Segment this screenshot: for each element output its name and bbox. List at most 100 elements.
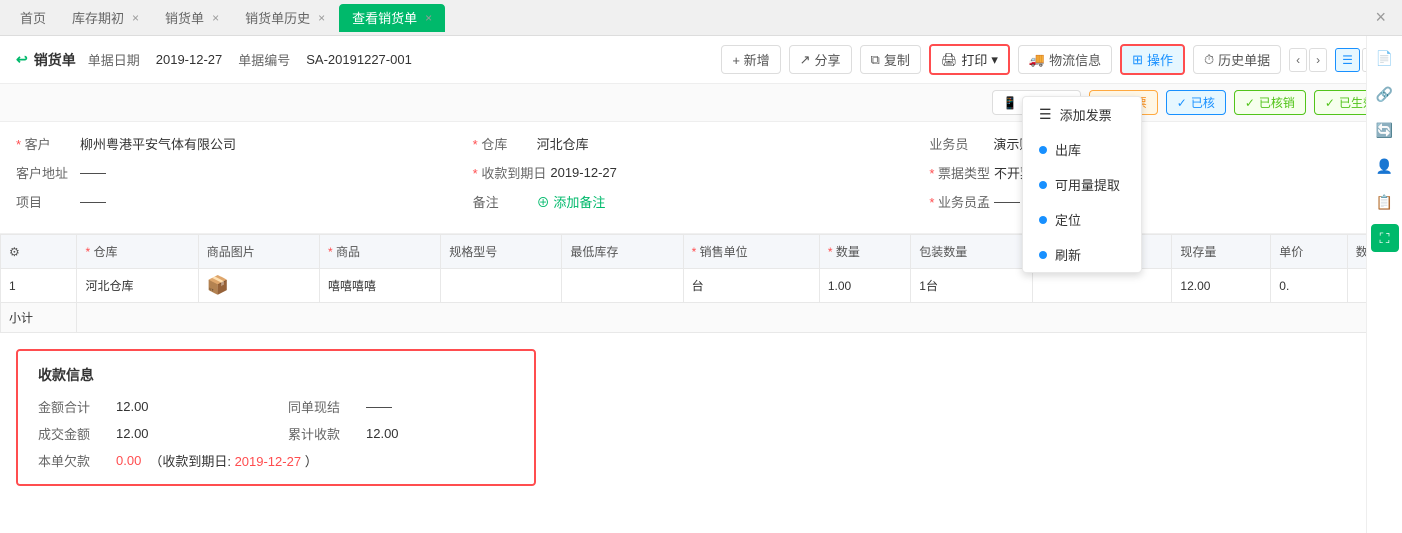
subtotal-row: 小计 (1, 303, 1402, 333)
dropdown-add-invoice[interactable]: ☰ 添加发票 (1023, 97, 1141, 132)
doc-title-text: 销货单 (34, 50, 76, 70)
warehouse-value: 河北仓库 (537, 134, 589, 153)
sidebar-icon-sync[interactable]: 🔄 (1371, 116, 1399, 144)
tab-view-sales-close[interactable]: × (425, 11, 432, 25)
share-button[interactable]: ↗ 分享 (789, 45, 852, 74)
balance-date: 2019-12-27 (235, 454, 302, 469)
subtotal-label: 小计 (1, 303, 77, 333)
same-order-value: —— (366, 399, 392, 414)
col-spec: 规格型号 (441, 235, 562, 269)
print-dropdown-icon: ▾ (991, 52, 998, 68)
operations-dropdown: ☰ 添加发票 出库 可用量提取 定位 刷新 (1022, 96, 1142, 273)
history-button[interactable]: ⏱ 历史单据 (1193, 45, 1281, 74)
transaction-label: 成交金额 (38, 424, 108, 443)
add-invoice-label: 添加发票 (1060, 105, 1112, 124)
cumulative-value: 12.00 (366, 426, 399, 441)
project-value: —— (80, 194, 106, 209)
next-button[interactable]: › (1309, 48, 1327, 72)
tab-sales-order[interactable]: 销货单 × (153, 4, 231, 32)
share-icon: ↗ (800, 52, 811, 68)
salesperson-label: 业务员 (929, 134, 989, 153)
verify-button[interactable]: ✓ 已核 (1166, 90, 1226, 115)
dropdown-outbound[interactable]: 出库 (1023, 132, 1141, 167)
number-value: SA-20191227-001 (306, 52, 412, 67)
refresh-label: 刷新 (1055, 245, 1081, 264)
sidebar-icon-user[interactable]: 👤 (1371, 152, 1399, 180)
balance-row: 本单欠款 0.00 （收款到期日: 2019-12-27 ） (38, 451, 514, 470)
dropdown-locate[interactable]: 定位 (1023, 202, 1141, 237)
doc-actions: + 新增 ↗ 分享 ⧉ 复制 🖨 打印 ▾ 🚚 物流信息 (721, 44, 1386, 75)
doc-meta: 单据日期 2019-12-27 单据编号 SA-20191227-001 (88, 50, 412, 69)
cell-product: 嘻嘻嘻嘻 (319, 269, 440, 303)
cell-available (1032, 269, 1172, 303)
balance-label: 本单欠款 (38, 451, 108, 470)
right-sidebar: 📄 🔗 🔄 👤 📋 ⛶ (1366, 36, 1402, 533)
tab-history-label: 销货单历史 (245, 8, 310, 27)
tab-history-close[interactable]: × (318, 11, 325, 25)
cell-current-stock: 12.00 (1172, 269, 1271, 303)
logistics-button[interactable]: 🚚 物流信息 (1018, 45, 1112, 74)
effect-icon: ✓ (1325, 96, 1335, 110)
tab-sales-close[interactable]: × (212, 11, 219, 25)
total-value: 12.00 (116, 399, 149, 414)
address-label: 客户地址 (16, 163, 76, 182)
form-row-3: 项目 —— 备注 ⊕ 添加备注 业务员孟 —— (16, 192, 1386, 211)
ticket-type-label: 票据类型 (929, 163, 990, 182)
date-value: 2019-12-27 (156, 52, 223, 67)
col-qty: 数量 (819, 235, 910, 269)
warehouse-label: 仓库 (473, 134, 533, 153)
tab-inventory-close[interactable]: × (132, 11, 139, 25)
plus-icon: ⊕ (537, 195, 550, 210)
warehouse-field: 仓库 河北仓库 (473, 134, 930, 153)
product-table: ⚙ 仓库 商品图片 商品 规格型号 最低库存 销售单位 数量 包装数量 可用量（… (0, 234, 1402, 333)
payment-grid: 金额合计 12.00 同单现结 —— 成交金额 12.00 累计收款 12.00 (38, 397, 514, 470)
project-field: 项目 —— (16, 192, 473, 211)
dropdown-refresh[interactable]: 刷新 (1023, 237, 1141, 272)
doc-title-section: ↩ 销货单 (16, 50, 76, 70)
payment-info-box: 收款信息 金额合计 12.00 同单现结 —— 成交金额 12.00 (16, 349, 536, 486)
col-product: 商品 (319, 235, 440, 269)
tab-view-sales[interactable]: 查看销货单 × (339, 4, 445, 32)
new-button[interactable]: + 新增 (721, 45, 780, 74)
locate-dot-icon (1039, 216, 1047, 224)
address-value: —— (80, 165, 106, 180)
sidebar-icon-link[interactable]: 🔗 (1371, 80, 1399, 108)
col-current-stock: 现存量 (1172, 235, 1271, 269)
total-label: 金额合计 (38, 397, 108, 416)
sidebar-icon-list[interactable]: 📋 (1371, 188, 1399, 216)
tab-sales-history[interactable]: 销货单历史 × (233, 4, 337, 32)
copy-button[interactable]: ⧉ 复制 (860, 45, 921, 74)
tab-bar: 首页 库存期初 × 销货单 × 销货单历史 × 查看销货单 × × (0, 0, 1402, 36)
form-row-1: 客户 柳州粤港平安气体有限公司 仓库 河北仓库 业务员 演示账号 (16, 134, 1386, 153)
cell-qty: 1.00 (819, 269, 910, 303)
sidebar-icon-expand[interactable]: ⛶ (1371, 224, 1399, 252)
customer-value: 柳州粤港平安气体有限公司 (80, 134, 236, 153)
operations-button[interactable]: ⊞ 操作 (1120, 44, 1185, 75)
locate-label: 定位 (1055, 210, 1081, 229)
transaction-row: 成交金额 12.00 (38, 424, 264, 443)
tab-bar-close-button[interactable]: × (1367, 7, 1394, 28)
col-unit: 销售单位 (683, 235, 819, 269)
verify-icon: ✓ (1177, 96, 1187, 110)
tab-inventory-init[interactable]: 库存期初 × (60, 4, 151, 32)
add-note-button[interactable]: ⊕ 添加备注 (537, 192, 606, 211)
sidebar-icon-doc[interactable]: 📄 (1371, 44, 1399, 72)
gear-settings-icon[interactable]: ⚙ (9, 245, 20, 259)
payment-date-value: 2019-12-27 (550, 165, 617, 180)
cancel-button[interactable]: ✓ 已核销 (1234, 90, 1306, 115)
tab-view-sales-label: 查看销货单 (352, 8, 417, 27)
tab-home[interactable]: 首页 (8, 4, 58, 32)
customer-label: 客户 (16, 134, 76, 153)
form-row-2: 客户地址 —— 收款到期日 2019-12-27 票据类型 不开票 (16, 163, 1386, 182)
copy-icon: ⧉ (871, 52, 880, 68)
history-icon: ⏱ (1204, 52, 1214, 68)
print-button[interactable]: 🖨 打印 ▾ (929, 44, 1010, 75)
salesperson2-value: —— (994, 194, 1020, 209)
dropdown-available-pickup[interactable]: 可用量提取 (1023, 167, 1141, 202)
table-header-row: ⚙ 仓库 商品图片 商品 规格型号 最低库存 销售单位 数量 包装数量 可用量（… (1, 235, 1402, 269)
prev-button[interactable]: ‹ (1289, 48, 1307, 72)
payment-title: 收款信息 (38, 365, 514, 385)
product-table-wrapper: ⚙ 仓库 商品图片 商品 规格型号 最低库存 销售单位 数量 包装数量 可用量（… (0, 234, 1402, 333)
col-pkg-qty: 包装数量 (911, 235, 1032, 269)
list-view-button[interactable]: ☰ (1335, 48, 1360, 72)
